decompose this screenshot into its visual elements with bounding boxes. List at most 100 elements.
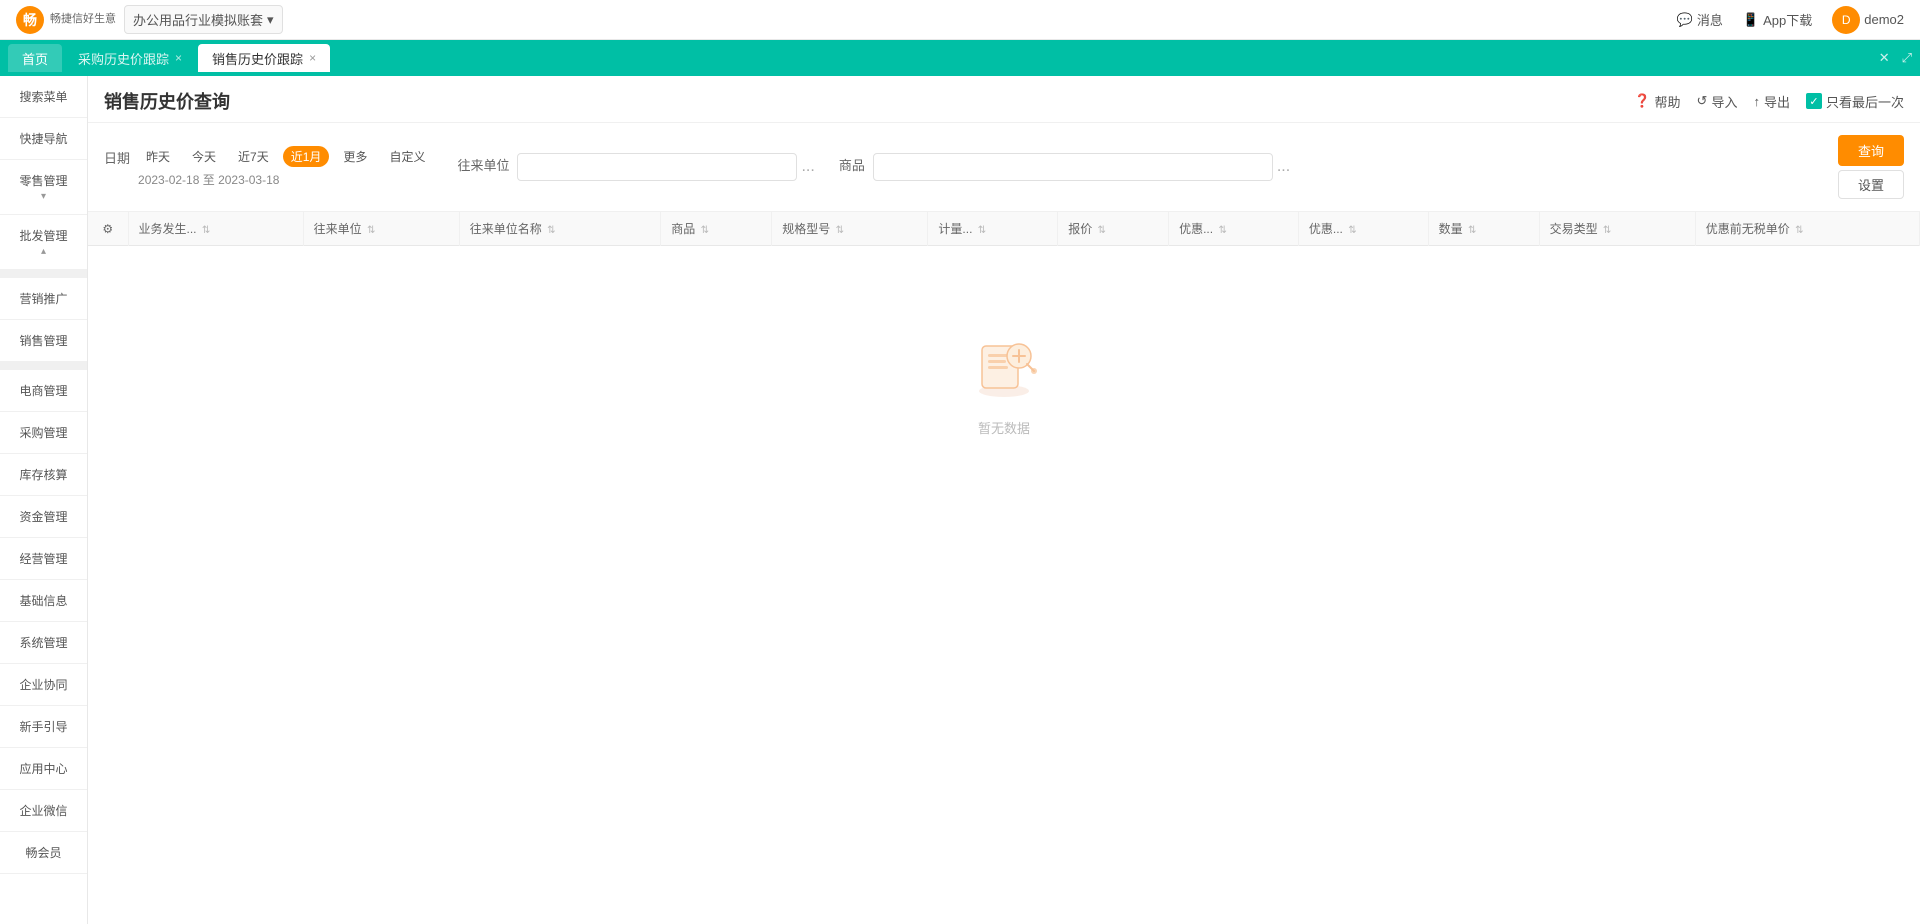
retail-mgmt-label: 零售管理 <box>19 172 67 189</box>
ops-mgmt-label: 经营管理 <box>19 550 67 567</box>
product-input[interactable] <box>873 153 1273 181</box>
sidebar-item-inventory-calc[interactable]: 库存核算 <box>0 454 87 496</box>
app-selector[interactable]: 办公用品行业模拟账套 ▾ <box>124 5 283 34</box>
search-menu-label: 搜索菜单 <box>19 88 67 105</box>
page-header: 销售历史价查询 ❓ 帮助 ↺ 导入 ↑ 导出 ✓ 只看最后一次 <box>88 76 1920 123</box>
app-selector-label: 办公用品行业模拟账套 <box>133 10 263 29</box>
date-btn-more[interactable]: 更多 <box>335 146 375 167</box>
date-range-display: 2023-02-18 至 2023-03-18 <box>138 171 433 188</box>
data-table: ⚙ 业务发生... ⇅ 往来单位 ⇅ 往来单位名称 ⇅ <box>88 212 1920 246</box>
product-filter-label: 商品 <box>839 153 865 174</box>
sort-arrows-quote: ⇅ <box>1098 225 1106 236</box>
col-qty[interactable]: 数量 ⇅ <box>1428 212 1539 246</box>
message-icon: 💬 <box>1677 12 1693 28</box>
sidebar-item-membership[interactable]: 畅会员 <box>0 832 87 874</box>
settings-button[interactable]: 设置 <box>1838 170 1904 199</box>
tab-sales-close[interactable]: × <box>309 51 316 65</box>
product-picker-icon[interactable]: ... <box>1277 158 1290 176</box>
sort-arrows-counterpart-code: ⇅ <box>367 225 375 236</box>
retail-arrow-icon: ▾ <box>41 191 46 202</box>
enterprise-wechat-label: 企业微信 <box>19 802 67 819</box>
sidebar-item-sys-mgmt[interactable]: 系统管理 <box>0 622 87 664</box>
col-unit[interactable]: 计量... ⇅ <box>928 212 1058 246</box>
sidebar-item-marketing[interactable]: 营销推广 <box>0 278 87 320</box>
sidebar-item-wholesale-mgmt[interactable]: 批发管理 ▴ <box>0 215 87 270</box>
sidebar-item-retail-mgmt[interactable]: 零售管理 ▾ <box>0 160 87 215</box>
tab-purchase-label: 采购历史价跟踪 <box>78 49 169 68</box>
sidebar-item-quick-nav[interactable]: 快捷导航 <box>0 118 87 160</box>
table-header-row: ⚙ 业务发生... ⇅ 往来单位 ⇅ 往来单位名称 ⇅ <box>88 212 1920 246</box>
message-btn[interactable]: 💬 消息 <box>1677 10 1723 29</box>
col-counterpart-code[interactable]: 往来单位 ⇅ <box>303 212 459 246</box>
counterpart-input[interactable] <box>517 153 797 181</box>
logo-area: 畅 畅捷信好生意 <box>16 6 116 34</box>
sidebar-item-purchase-mgmt[interactable]: 采购管理 <box>0 412 87 454</box>
app-download-label: App下载 <box>1763 10 1812 29</box>
restore-window-icon[interactable]: ⤢ <box>1902 50 1912 66</box>
enterprise-coop-label: 企业协同 <box>19 676 67 693</box>
counterpart-picker-icon[interactable]: ... <box>801 158 814 176</box>
content-area: 销售历史价查询 ❓ 帮助 ↺ 导入 ↑ 导出 ✓ 只看最后一次 <box>88 76 1920 924</box>
col-trade-type-label: 交易类型 <box>1550 222 1598 236</box>
dropdown-icon: ▾ <box>267 12 274 28</box>
sidebar-item-enterprise-wechat[interactable]: 企业微信 <box>0 790 87 832</box>
product-input-group: ... <box>873 153 1290 181</box>
user-area[interactable]: D demo2 <box>1832 6 1904 34</box>
col-discount1[interactable]: 优惠... ⇅ <box>1169 212 1299 246</box>
ecommerce-label: 电商管理 <box>19 382 67 399</box>
date-btn-today[interactable]: 今天 <box>184 146 224 167</box>
sidebar-item-search-menu[interactable]: 搜索菜单 <box>0 76 87 118</box>
col-trade-type[interactable]: 交易类型 ⇅ <box>1539 212 1695 246</box>
col-gear[interactable]: ⚙ <box>88 212 128 246</box>
query-button[interactable]: 查询 <box>1838 135 1904 166</box>
col-pretax-price[interactable]: 优惠前无税单价 ⇅ <box>1695 212 1919 246</box>
sidebar-item-ops-mgmt[interactable]: 经营管理 <box>0 538 87 580</box>
col-quote[interactable]: 报价 ⇅ <box>1058 212 1169 246</box>
user-name: demo2 <box>1864 12 1904 27</box>
marketing-label: 营销推广 <box>19 290 67 307</box>
sidebar-item-finance-mgmt[interactable]: 资金管理 <box>0 496 87 538</box>
tab-purchase-close[interactable]: × <box>175 51 182 65</box>
page-title: 销售历史价查询 <box>104 88 230 114</box>
date-btn-1month[interactable]: 近1月 <box>283 146 330 167</box>
close-window-icon[interactable]: ✕ <box>1879 50 1890 66</box>
date-btn-custom[interactable]: 自定义 <box>381 146 433 167</box>
help-icon: ❓ <box>1634 93 1650 109</box>
col-biz-date[interactable]: 业务发生... ⇅ <box>128 212 303 246</box>
page-actions: ❓ 帮助 ↺ 导入 ↑ 导出 ✓ 只看最后一次 <box>1634 92 1904 111</box>
beginner-guide-label: 新手引导 <box>19 718 67 735</box>
export-btn[interactable]: ↑ 导出 <box>1753 92 1790 111</box>
sort-arrows-product: ⇅ <box>701 225 709 236</box>
sidebar-item-ecommerce-mgmt[interactable]: 电商管理 <box>0 370 87 412</box>
sidebar-item-basic-info[interactable]: 基础信息 <box>0 580 87 622</box>
last-only-toggle[interactable]: ✓ 只看最后一次 <box>1806 92 1904 111</box>
date-btn-7days[interactable]: 近7天 <box>230 146 277 167</box>
sidebar-item-beginner-guide[interactable]: 新手引导 <box>0 706 87 748</box>
app-download-btn[interactable]: 📱 App下载 <box>1743 10 1812 29</box>
col-counterpart-name[interactable]: 往来单位名称 ⇅ <box>459 212 661 246</box>
sidebar-section-divider <box>0 270 87 278</box>
gear-icon: ⚙ <box>102 222 113 236</box>
date-btn-yesterday[interactable]: 昨天 <box>138 146 178 167</box>
tab-sales-history[interactable]: 销售历史价跟踪 × <box>198 44 330 72</box>
last-only-checkbox[interactable]: ✓ <box>1806 93 1822 109</box>
col-discount2-label: 优惠... <box>1309 222 1343 236</box>
col-product[interactable]: 商品 ⇅ <box>661 212 772 246</box>
table-header: ⚙ 业务发生... ⇅ 往来单位 ⇅ 往来单位名称 ⇅ <box>88 212 1920 246</box>
empty-icon <box>964 326 1044 406</box>
quick-nav-label: 快捷导航 <box>19 130 67 147</box>
help-btn[interactable]: ❓ 帮助 <box>1634 92 1680 111</box>
sidebar-item-enterprise-coop[interactable]: 企业协同 <box>0 664 87 706</box>
tab-home[interactable]: 首页 <box>8 44 62 72</box>
purchase-mgmt-label: 采购管理 <box>19 424 67 441</box>
tab-purchase-history[interactable]: 采购历史价跟踪 × <box>64 44 196 72</box>
import-icon: ↺ <box>1697 93 1708 109</box>
col-unit-label: 计量... <box>938 222 972 236</box>
logo-text: 畅捷信好生意 <box>50 12 116 26</box>
sidebar-item-app-center[interactable]: 应用中心 <box>0 748 87 790</box>
col-discount2[interactable]: 优惠... ⇅ <box>1298 212 1428 246</box>
sidebar-item-sales-mgmt[interactable]: 销售管理 <box>0 320 87 362</box>
import-btn[interactable]: ↺ 导入 <box>1697 92 1738 111</box>
col-quote-label: 报价 <box>1068 222 1092 236</box>
col-spec[interactable]: 规格型号 ⇅ <box>772 212 928 246</box>
